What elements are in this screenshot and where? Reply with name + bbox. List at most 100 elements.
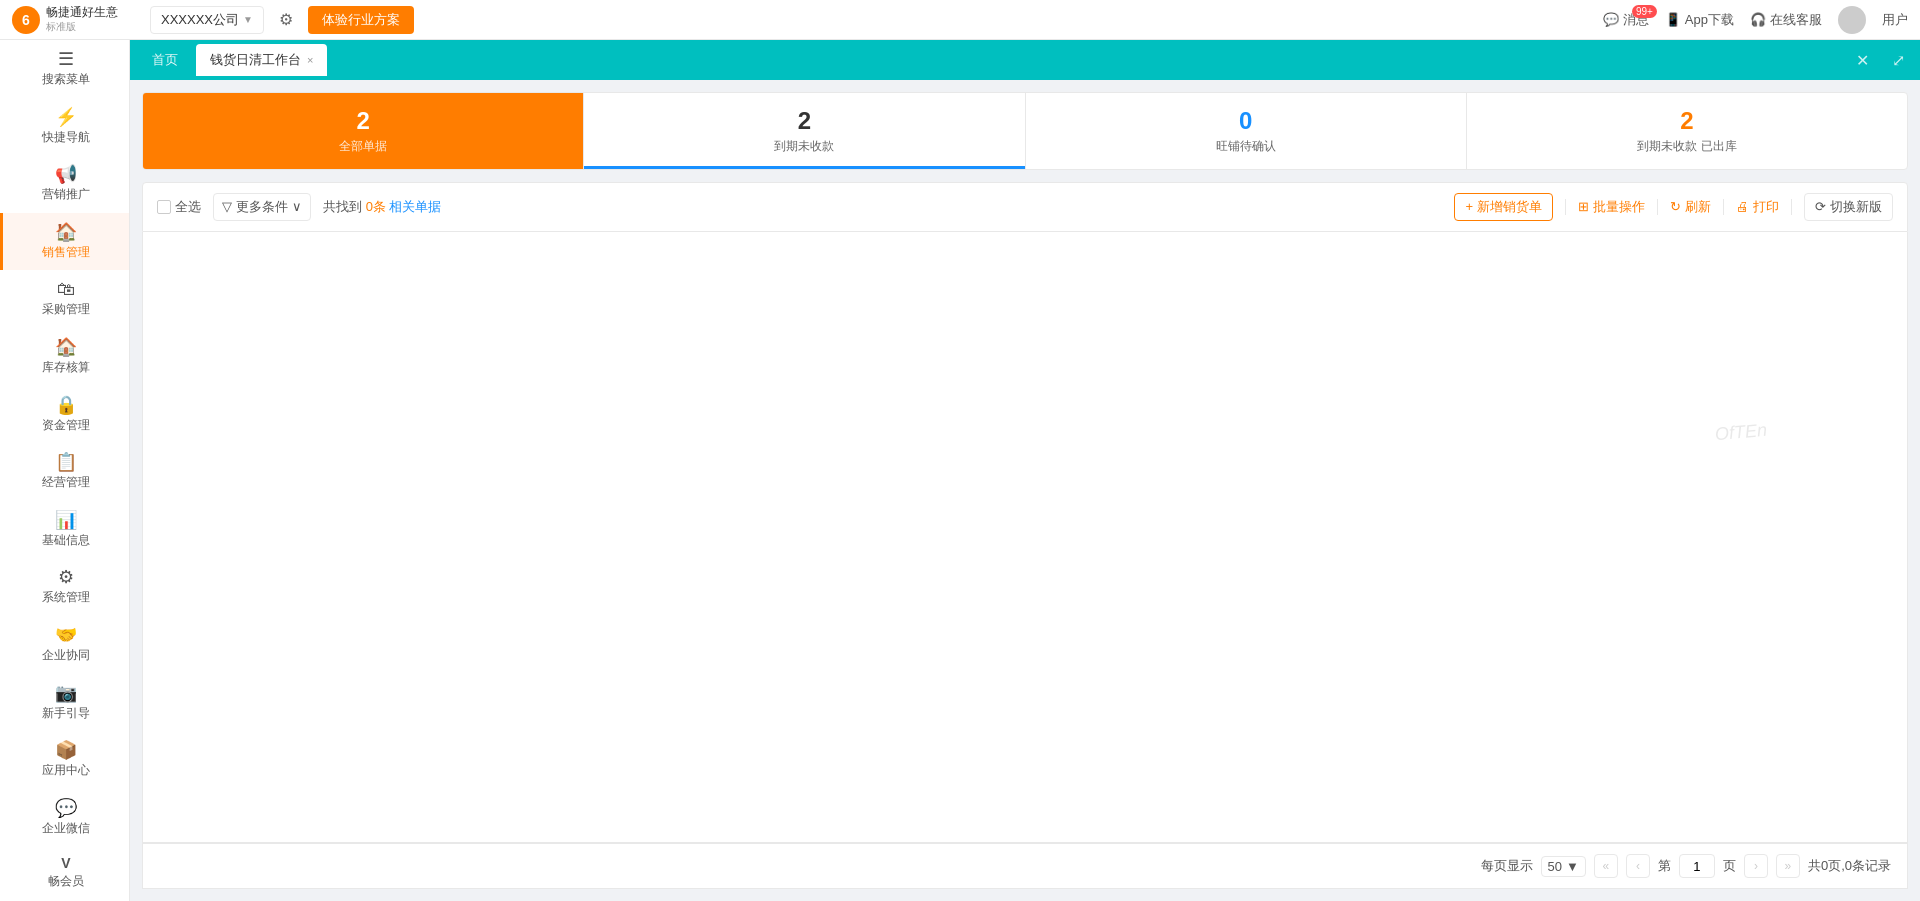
tab-close-window-btn[interactable]: ✕ [1848,46,1876,74]
sidebar-item-guide[interactable]: 📷 新手引导 [0,674,129,732]
result-suffix[interactable]: 相关单据 [389,199,441,214]
sidebar-item-app-center[interactable]: 📦 应用中心 [0,731,129,789]
switch-icon: ⟳ [1815,199,1826,214]
batch-operation-button[interactable]: ⊞ 批量操作 [1578,198,1645,216]
sidebar-item-purchase[interactable]: 🛍 采购管理 [0,270,129,328]
sidebar-item-basic-info[interactable]: 📊 基础信息 [0,501,129,559]
select-all-checkbox[interactable]: 全选 [157,198,201,216]
next-page-button[interactable]: › [1744,854,1768,878]
app-badge: 标准版 [46,20,118,34]
page-label-pre: 第 [1658,857,1671,875]
wechat-icon: 💬 [55,799,77,817]
sidebar-label-basic-info: 基础信息 [42,533,90,549]
search-menu-icon: ☰ [58,50,74,68]
stat-label-overdue: 到期未收款 [604,138,1004,155]
filter-label: 更多条件 [236,198,288,216]
content-area: 首页 钱货日清工作台 × ✕ ⤢ 2 全部单据 2 [130,40,1920,901]
page-size-select[interactable]: 50 ▼ [1541,856,1586,877]
new-order-button[interactable]: + 新增销货单 [1454,193,1553,221]
stat-card-overdue[interactable]: 2 到期未收款 [584,93,1025,169]
print-label: 打印 [1753,198,1779,216]
guide-icon: 📷 [55,684,77,702]
logo-icon: 6 [12,6,40,34]
toolbar: 全选 ▽ 更多条件 ∨ 共找到 0条 相关单据 + 新增销货单 [142,182,1908,232]
filter-chevron-icon: ∨ [292,199,302,214]
sidebar-label-operation: 经营管理 [42,475,90,491]
settings-button[interactable]: ⚙ [272,6,300,34]
basic-info-icon: 📊 [55,511,77,529]
sidebar-label-member: 畅会员 [48,874,84,890]
sidebar-item-inventory[interactable]: 🏠 库存核算 [0,328,129,386]
pagination-bar: 每页显示 50 ▼ « ‹ 第 页 › » 共0页,0条记录 [142,843,1908,889]
batch-label: 批量操作 [1593,198,1645,216]
divider2 [1657,199,1658,215]
sidebar-label-guide: 新手引导 [42,706,90,722]
app-download-button[interactable]: 📱 App下载 [1665,11,1734,29]
divider1 [1565,199,1566,215]
stat-card-wangpu[interactable]: 0 旺铺待确认 [1026,93,1467,169]
user-name[interactable]: 用户 [1882,11,1908,29]
trial-button[interactable]: 体验行业方案 [308,6,414,34]
tab-close-icon[interactable]: × [307,54,313,66]
first-page-button[interactable]: « [1594,854,1618,878]
sidebar-item-quick-nav[interactable]: ⚡ 快捷导航 [0,98,129,156]
often-watermark: OfTEn [1714,420,1768,445]
page-size-label: 每页显示 [1481,857,1533,875]
print-icon: 🖨 [1736,199,1749,214]
sidebar-label-marketing: 营销推广 [42,187,90,203]
sidebar-item-search-menu[interactable]: ☰ 搜索菜单 [0,40,129,98]
select-all-label: 全选 [175,198,201,216]
filter-button[interactable]: ▽ 更多条件 ∨ [213,193,311,221]
page-size-arrow: ▼ [1566,859,1579,874]
sidebar: ☰ 搜索菜单 ⚡ 快捷导航 📢 营销推广 🏠 销售管理 🛍 采购管理 🏠 库存核… [0,40,130,901]
message-button[interactable]: 💬 消息 99+ [1603,11,1649,29]
sidebar-label-sales: 销售管理 [42,245,90,261]
main-layout: ☰ 搜索菜单 ⚡ 快捷导航 📢 营销推广 🏠 销售管理 🛍 采购管理 🏠 库存核… [0,40,1920,901]
page-size-value: 50 [1548,859,1562,874]
inventory-icon: 🏠 [55,338,77,356]
stat-card-unshipped[interactable]: 2 到期未收款 已出库 [1467,93,1907,169]
purchase-icon: 🛍 [57,280,75,298]
tab-expand-btn[interactable]: ⤢ [1884,46,1912,74]
sales-icon: 🏠 [55,223,77,241]
refresh-button[interactable]: ↻ 刷新 [1670,198,1711,216]
username-text: 用户 [1882,11,1908,29]
company-name: XXXXXX公司 [161,11,239,29]
tab-workbench[interactable]: 钱货日清工作台 × [196,44,327,76]
app-name: 畅捷通好生意 [46,5,118,21]
divider4 [1791,199,1792,215]
sidebar-item-operation[interactable]: 📋 经营管理 [0,443,129,501]
page-content: 2 全部单据 2 到期未收款 0 旺铺待确认 2 到期未收款 已出库 [130,80,1920,901]
sidebar-item-marketing[interactable]: 📢 营销推广 [0,155,129,213]
stat-card-all[interactable]: 2 全部单据 [143,93,584,169]
message-badge: 99+ [1632,5,1657,18]
stat-number-unshipped: 2 [1487,107,1887,136]
online-service-button[interactable]: 🎧 在线客服 [1750,11,1822,29]
company-selector[interactable]: XXXXXX公司 ▼ [150,6,264,34]
sidebar-item-sales[interactable]: 🏠 销售管理 [0,213,129,271]
print-button[interactable]: 🖨 打印 [1736,198,1779,216]
sidebar-item-enterprise[interactable]: 🤝 企业协同 [0,616,129,674]
refresh-label: 刷新 [1685,198,1711,216]
page-number-input[interactable] [1679,854,1715,878]
result-count: 0条 [366,199,386,214]
message-icon: 💬 [1603,12,1619,27]
headset-icon: 🎧 [1750,12,1766,27]
system-icon: ⚙ [58,568,74,586]
prev-page-button[interactable]: ‹ [1626,854,1650,878]
company-dropdown-arrow: ▼ [243,14,253,25]
divider3 [1723,199,1724,215]
sidebar-item-system[interactable]: ⚙ 系统管理 [0,558,129,616]
stat-card-underline [584,166,1024,169]
tab-home[interactable]: 首页 [138,44,192,76]
stat-number-all: 2 [163,107,563,136]
stat-number-overdue: 2 [604,107,1004,136]
tab-bar: 首页 钱货日清工作台 × ✕ ⤢ [130,40,1920,80]
avatar[interactable] [1838,6,1866,34]
sidebar-item-member[interactable]: V 畅会员 [0,846,129,900]
sidebar-item-wechat[interactable]: 💬 企业微信 [0,789,129,847]
switch-version-button[interactable]: ⟳ 切换新版 [1804,193,1893,221]
sidebar-item-finance[interactable]: 🔒 资金管理 [0,386,129,444]
last-page-button[interactable]: » [1776,854,1800,878]
stat-label-all: 全部单据 [163,138,563,155]
